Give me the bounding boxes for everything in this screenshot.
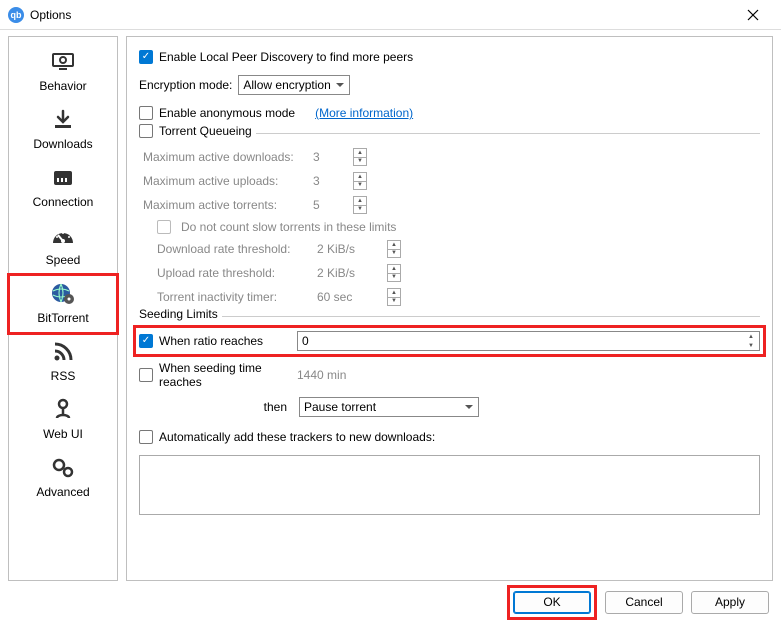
dialog-buttons: OK Cancel Apply [0,581,781,623]
inactivity-label: Torrent inactivity timer: [157,290,307,304]
ratio-input[interactable]: 0 ▲▼ [297,331,760,351]
torrent-queueing-title: Torrent Queueing [159,124,252,138]
ok-button-highlight: OK [507,585,597,620]
rss-icon [48,339,78,365]
trackers-textarea[interactable] [139,455,760,515]
seedtime-value: 1440 min [297,368,346,382]
then-action-value: Pause torrent [304,400,376,414]
ratio-label: When ratio reaches [159,334,263,348]
seedtime-checkbox[interactable] [139,368,153,382]
gear-monitor-icon [48,49,78,75]
torrent-queueing-group: Torrent Queueing Maximum active download… [139,133,760,306]
nav-advanced[interactable]: Advanced [9,449,117,507]
nav-bittorrent[interactable]: BitTorrent [9,275,117,333]
ratio-spinner[interactable]: ▲▼ [744,332,758,350]
seedtime-label: When seeding time reaches [159,361,291,389]
local-peer-label: Enable Local Peer Discovery to find more… [159,50,413,64]
nav-label: Advanced [36,485,89,499]
anonymous-mode-checkbox[interactable] [139,106,153,120]
nav-label: RSS [51,369,76,383]
then-action-select[interactable]: Pause torrent [299,397,479,417]
gears-icon [48,455,78,481]
app-icon: qb [8,7,24,23]
globe-gear-icon [48,281,78,307]
nav-label: Connection [33,195,94,209]
ul-rate-value: 2 KiB/s [317,266,377,280]
max-downloads-label: Maximum active downloads: [143,150,303,164]
nav-webui[interactable]: Web UI [9,391,117,449]
dl-rate-value: 2 KiB/s [317,242,377,256]
max-torrents-label: Maximum active torrents: [143,198,303,212]
max-uploads-spinner[interactable]: ▲▼ [353,172,367,190]
download-icon [48,107,78,133]
cancel-label: Cancel [625,595,662,609]
ul-rate-spinner[interactable]: ▲▼ [387,264,401,282]
nav-speed[interactable]: Speed [9,217,117,275]
nav-behavior[interactable]: Behavior [9,43,117,101]
dl-rate-spinner[interactable]: ▲▼ [387,240,401,258]
ratio-checkbox[interactable] [139,334,153,348]
gauge-icon [48,223,78,249]
more-info-link[interactable]: (More information) [315,106,413,120]
seeding-limits-group: Seeding Limits When ratio reaches 0 ▲▼ [139,316,760,417]
nav-label: BitTorrent [37,311,88,325]
encryption-mode-value: Allow encryption [243,78,330,92]
torrent-queueing-checkbox[interactable] [139,124,153,138]
max-downloads-value: 3 [313,150,343,164]
apply-label: Apply [715,595,745,609]
window-title: Options [30,8,733,22]
max-uploads-label: Maximum active uploads: [143,174,303,188]
nav-label: Downloads [33,137,92,151]
ul-rate-label: Upload rate threshold: [157,266,307,280]
close-icon [747,9,759,21]
dont-count-slow-checkbox[interactable] [157,220,171,234]
then-label: then [139,400,291,414]
encryption-mode-select[interactable]: Allow encryption [238,75,350,95]
max-torrents-spinner[interactable]: ▲▼ [353,196,367,214]
anonymous-mode-label: Enable anonymous mode [159,106,295,120]
dont-count-slow-label: Do not count slow torrents in these limi… [181,220,396,234]
apply-button[interactable]: Apply [691,591,769,614]
nav-rss[interactable]: RSS [9,333,117,391]
settings-panel: Enable Local Peer Discovery to find more… [126,36,773,581]
titlebar: qb Options [0,0,781,30]
ok-label: OK [543,595,560,609]
auto-trackers-label: Automatically add these trackers to new … [159,430,435,444]
seeding-limits-title: Seeding Limits [139,307,218,321]
max-downloads-spinner[interactable]: ▲▼ [353,148,367,166]
cancel-button[interactable]: Cancel [605,591,683,614]
ethernet-icon [48,165,78,191]
ratio-row-highlight: When ratio reaches 0 ▲▼ [139,331,760,351]
inactivity-spinner[interactable]: ▲▼ [387,288,401,306]
sidebar: Behavior Downloads Connection Speed [8,36,118,581]
dl-rate-label: Download rate threshold: [157,242,307,256]
encryption-mode-label: Encryption mode: [139,78,232,92]
nav-downloads[interactable]: Downloads [9,101,117,159]
ok-button[interactable]: OK [513,591,591,614]
auto-trackers-checkbox[interactable] [139,430,153,444]
webui-icon [48,397,78,423]
nav-label: Speed [46,253,81,267]
max-uploads-value: 3 [313,174,343,188]
nav-connection[interactable]: Connection [9,159,117,217]
nav-label: Behavior [39,79,86,93]
inactivity-value: 60 sec [317,290,377,304]
close-button[interactable] [733,1,773,29]
local-peer-checkbox[interactable] [139,50,153,64]
max-torrents-value: 5 [313,198,343,212]
ratio-value: 0 [302,334,309,348]
nav-label: Web UI [43,427,83,441]
